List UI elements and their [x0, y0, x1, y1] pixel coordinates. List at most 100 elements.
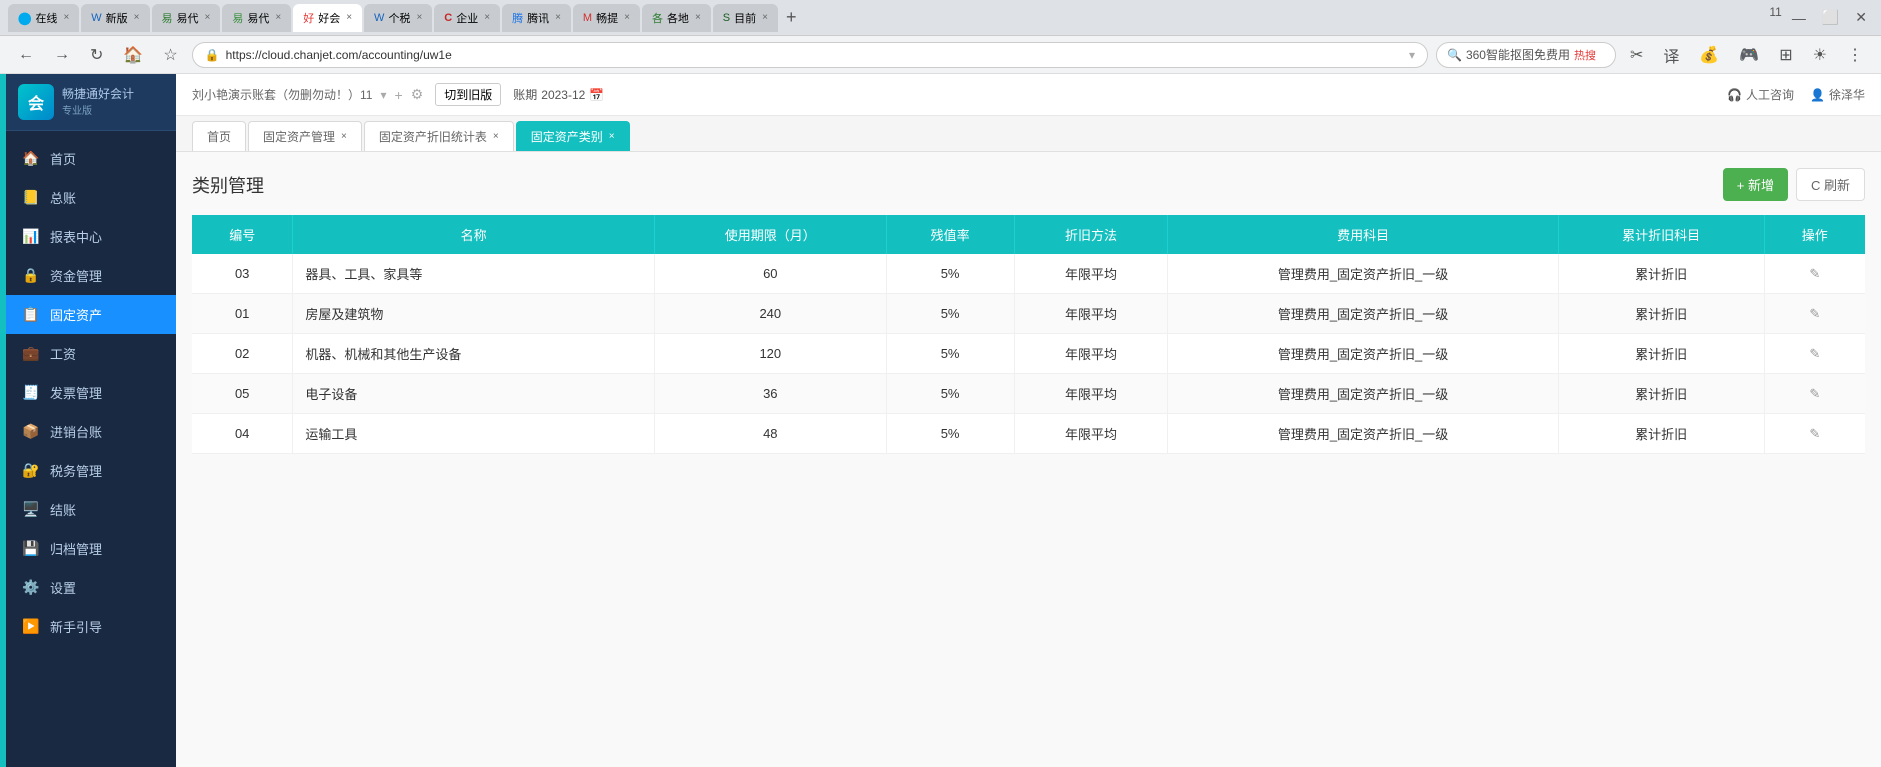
- calendar-icon[interactable]: 📅: [589, 88, 604, 102]
- col-expense: 费用科目: [1168, 215, 1558, 254]
- table-row: 03 器具、工具、家具等 60 5% 年限平均 管理费用_固定资产折旧_一级 累…: [192, 254, 1865, 294]
- cell-months-1: 240: [654, 294, 886, 334]
- sidebar-item-checkout[interactable]: 🖥️ 结账: [6, 490, 176, 529]
- user-avatar[interactable]: 👤 徐泽华: [1810, 86, 1865, 103]
- tab-depreciation-close[interactable]: ×: [493, 131, 499, 142]
- browser-tab-new[interactable]: W 新版 ×: [81, 4, 149, 32]
- sidebar-item-settings[interactable]: ⚙️ 设置: [6, 568, 176, 607]
- translate-button[interactable]: 译: [1657, 39, 1685, 71]
- col-accumulated: 累计折旧科目: [1558, 215, 1764, 254]
- url-text: https://cloud.chanjet.com/accounting/uw1…: [226, 48, 1403, 62]
- browser-tab-changtai[interactable]: M 畅提 ×: [573, 4, 640, 32]
- forward-button[interactable]: →: [48, 42, 76, 68]
- browser-tab-yidai2[interactable]: 易 易代 ×: [222, 4, 291, 32]
- close-button[interactable]: ✕: [1849, 5, 1873, 30]
- sidebar-item-home[interactable]: 🏠 首页: [6, 139, 176, 178]
- cell-name-4: 运输工具: [293, 414, 655, 454]
- sidebar-item-tax[interactable]: 🔐 税务管理: [6, 451, 176, 490]
- sidebar-item-guide[interactable]: ▶️ 新手引导: [6, 607, 176, 646]
- cell-residual-3: 5%: [886, 374, 1014, 414]
- sidebar-label-salary: 工资: [50, 344, 76, 363]
- cell-method-4: 年限平均: [1014, 414, 1168, 454]
- sidebar-item-invoice[interactable]: 🧾 发票管理: [6, 373, 176, 412]
- cell-actions-1[interactable]: ✎: [1764, 294, 1865, 334]
- cell-accumulated-0: 累计折旧: [1558, 254, 1764, 294]
- browser-tab-bar: ⬤ 在线 × W 新版 × 易 易代 × 易 易代 × 好 好会 × W 个税 …: [0, 0, 1881, 36]
- browser-tab-haohui[interactable]: 好 好会 ×: [293, 4, 362, 32]
- more-button[interactable]: ⋮: [1841, 41, 1869, 69]
- cell-months-4: 48: [654, 414, 886, 454]
- scissors-button[interactable]: ✂: [1624, 41, 1649, 69]
- sidebar-item-inventory[interactable]: 📦 进销台账: [6, 412, 176, 451]
- browser-tab-qiye[interactable]: C 企业 ×: [434, 4, 500, 32]
- fund-icon: 🔒: [22, 267, 40, 285]
- home-icon: 🏠: [22, 150, 40, 168]
- edit-icon-2[interactable]: ✎: [1809, 346, 1820, 361]
- cell-actions-4[interactable]: ✎: [1764, 414, 1865, 454]
- dropdown-icon[interactable]: ▾: [380, 88, 386, 102]
- fixed-assets-icon: 📋: [22, 306, 40, 324]
- minimize-button[interactable]: —: [1786, 5, 1812, 30]
- game-button[interactable]: 🎮: [1733, 41, 1765, 69]
- browser-tab-yidai1[interactable]: 易 易代 ×: [152, 4, 221, 32]
- settings-browser-button[interactable]: ☀: [1807, 41, 1833, 69]
- search-icon: 🔍: [1447, 48, 1462, 62]
- browser-tab-geshui[interactable]: W 个税 ×: [364, 4, 432, 32]
- sidebar-item-fixed-assets[interactable]: 📋 固定资产: [6, 295, 176, 334]
- back-button[interactable]: ←: [12, 42, 40, 68]
- cell-method-3: 年限平均: [1014, 374, 1168, 414]
- sidebar-item-ledger[interactable]: 📒 总账: [6, 178, 176, 217]
- page-tab-home[interactable]: 首页: [192, 121, 246, 151]
- cell-actions-2[interactable]: ✎: [1764, 334, 1865, 374]
- period-value: 2023-12: [541, 88, 585, 102]
- page-tab-depreciation-table[interactable]: 固定资产折旧统计表 ×: [364, 121, 514, 151]
- search-bar[interactable]: 🔍 360智能抠图免费用 热搜: [1436, 42, 1616, 68]
- support-area[interactable]: 🎧 人工咨询: [1727, 86, 1794, 103]
- wallet-button[interactable]: 💰: [1693, 41, 1725, 69]
- browser-tab-gedi[interactable]: 各 各地 ×: [642, 4, 711, 32]
- browser-tab-tencent[interactable]: 腾 腾讯 ×: [502, 4, 571, 32]
- sidebar-item-reports[interactable]: 📊 报表中心: [6, 217, 176, 256]
- home-button[interactable]: 🏠: [117, 41, 149, 69]
- edit-icon-0[interactable]: ✎: [1809, 266, 1820, 281]
- cell-actions-3[interactable]: ✎: [1764, 374, 1865, 414]
- page-body: 类别管理 + 新增 C 刷新 编号 名称 使用期限（月） 残值率 折旧方法 费用…: [176, 152, 1881, 767]
- browser-tab-muqian[interactable]: S 目前 ×: [713, 4, 778, 32]
- refresh-button[interactable]: C 刷新: [1796, 168, 1865, 201]
- address-bar[interactable]: 🔒 https://cloud.chanjet.com/accounting/u…: [192, 42, 1428, 68]
- sidebar-item-salary[interactable]: 💼 工资: [6, 334, 176, 373]
- sidebar-label-guide: 新手引导: [50, 617, 102, 636]
- archive-icon: 💾: [22, 540, 40, 558]
- main-content: 刘小艳演示账套（勿删勿动！）11 ▾ + ⚙ 切到旧版 账期 2023-12 📅…: [176, 74, 1881, 767]
- tab-mgmt-close[interactable]: ×: [341, 131, 347, 142]
- add-account-button[interactable]: +: [395, 87, 403, 103]
- tab-category-close[interactable]: ×: [609, 131, 615, 142]
- new-tab-button[interactable]: +: [780, 3, 803, 32]
- cell-accumulated-3: 累计折旧: [1558, 374, 1764, 414]
- edit-icon-3[interactable]: ✎: [1809, 386, 1820, 401]
- invoice-icon: 🧾: [22, 384, 40, 402]
- maximize-button[interactable]: ⬜: [1816, 5, 1845, 30]
- edit-icon-1[interactable]: ✎: [1809, 306, 1820, 321]
- sidebar-label-tax: 税务管理: [50, 461, 102, 480]
- cell-actions-0[interactable]: ✎: [1764, 254, 1865, 294]
- settings-account-button[interactable]: ⚙: [411, 86, 424, 103]
- sidebar-item-archive[interactable]: 💾 归档管理: [6, 529, 176, 568]
- reload-button[interactable]: ↻: [84, 41, 109, 69]
- page-tab-fixed-assets-mgmt[interactable]: 固定资产管理 ×: [248, 121, 362, 151]
- grid-button[interactable]: ⊞: [1773, 41, 1798, 69]
- hot-label: 热搜: [1574, 47, 1596, 63]
- cell-expense-0: 管理费用_固定资产折旧_一级: [1168, 254, 1558, 294]
- add-button[interactable]: + 新增: [1723, 168, 1788, 201]
- edit-icon-4[interactable]: ✎: [1809, 426, 1820, 441]
- switch-version-btn[interactable]: 切到旧版: [435, 83, 501, 106]
- browser-tab-online[interactable]: ⬤ 在线 ×: [8, 4, 79, 32]
- cell-expense-3: 管理费用_固定资产折旧_一级: [1168, 374, 1558, 414]
- col-name: 名称: [293, 215, 655, 254]
- bookmark-button[interactable]: ☆: [157, 41, 183, 69]
- action-buttons: + 新增 C 刷新: [1723, 168, 1865, 201]
- table-header-row: 编号 名称 使用期限（月） 残值率 折旧方法 费用科目 累计折旧科目 操作: [192, 215, 1865, 254]
- page-tab-category[interactable]: 固定资产类别 ×: [516, 121, 630, 151]
- sidebar-item-fund[interactable]: 🔒 资金管理: [6, 256, 176, 295]
- cell-id-2: 02: [192, 334, 293, 374]
